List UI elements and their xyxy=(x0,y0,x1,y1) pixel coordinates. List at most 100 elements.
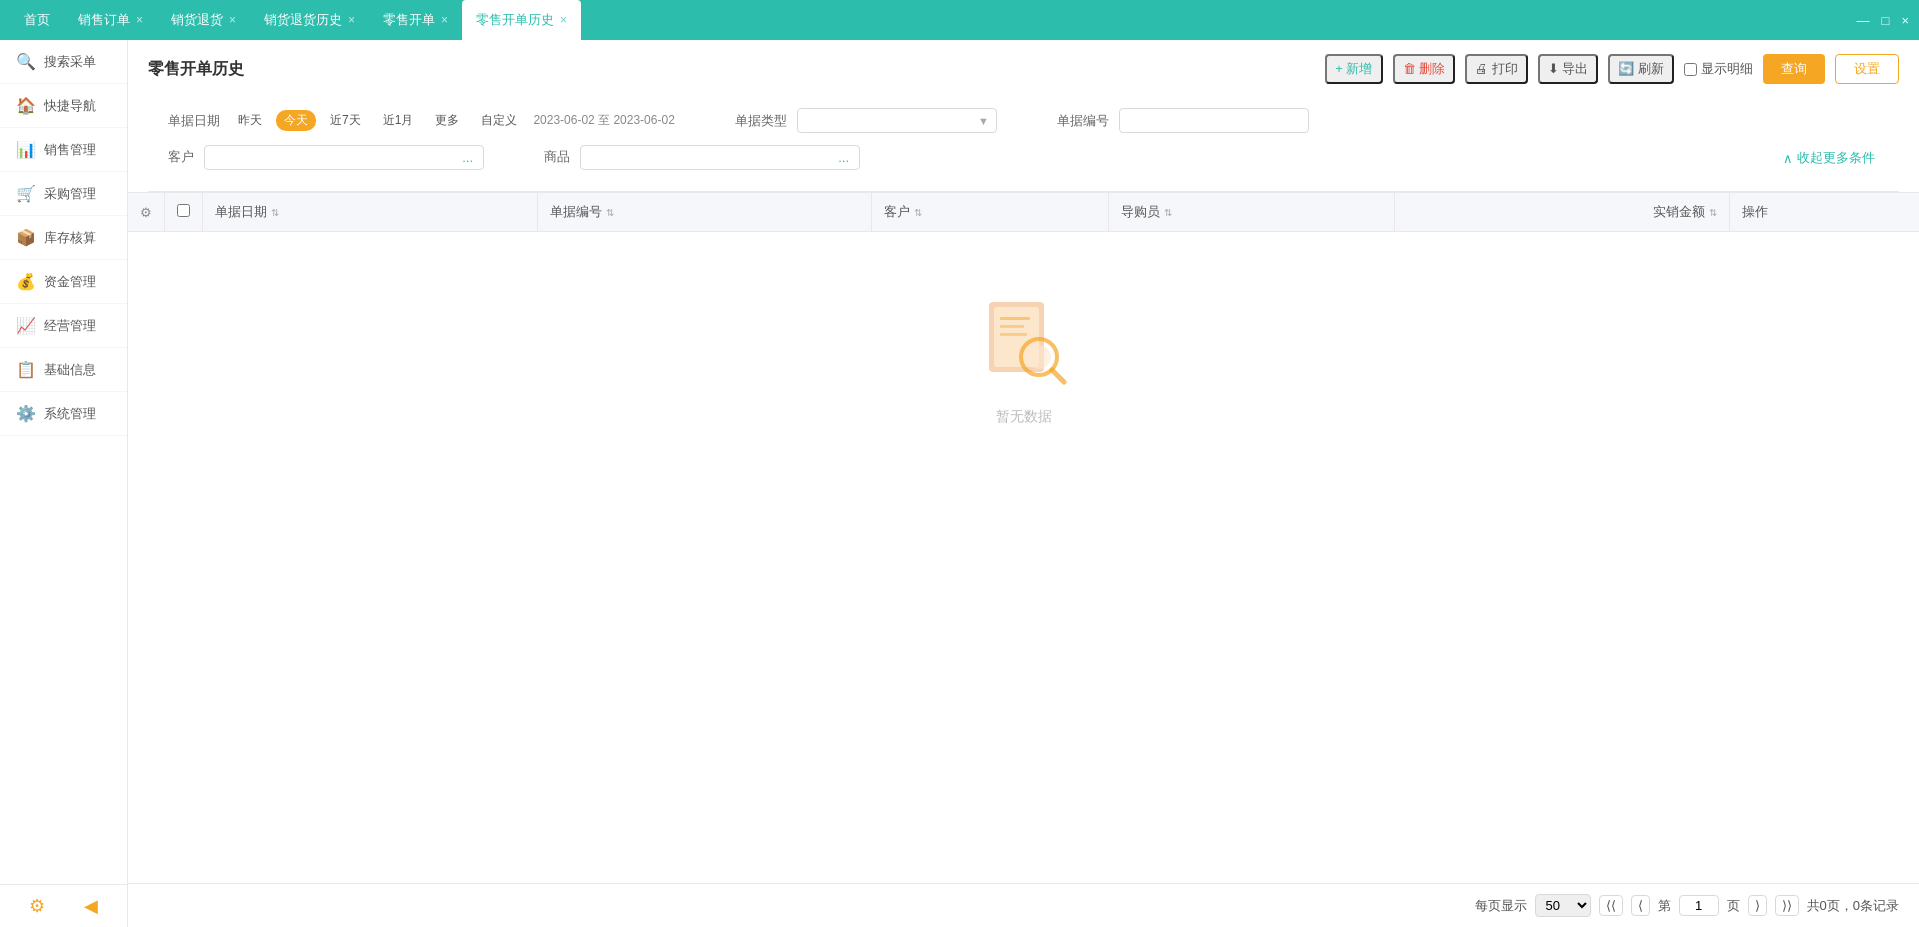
main-layout: 🔍 搜索采单 🏠 快捷导航 📊 销售管理 🛒 采购管理 📦 库存核算 💰 资金管… xyxy=(0,40,1919,927)
export-button[interactable]: ⬇ 导出 xyxy=(1538,54,1599,84)
minimize-btn[interactable]: — xyxy=(1857,13,1870,28)
th-number[interactable]: 单据编号 ⇅ xyxy=(537,193,872,232)
goods-input-box[interactable]: ... xyxy=(580,145,860,170)
chevron-up-icon: ∧ xyxy=(1783,151,1793,166)
table-container: ⚙ 单据日期 ⇅ xyxy=(128,193,1919,927)
sidebar-item-system[interactable]: ⚙️ 系统管理 xyxy=(0,392,127,436)
delete-button[interactable]: 🗑 删除 xyxy=(1393,54,1456,84)
date-opt-custom[interactable]: 自定义 xyxy=(473,110,525,131)
customer-ellipsis[interactable]: ... xyxy=(462,150,473,165)
number-input[interactable] xyxy=(1119,108,1309,133)
th-amount[interactable]: 实销金额 ⇅ xyxy=(1394,193,1729,232)
sales-icon: 📊 xyxy=(16,140,36,159)
tab-return-history[interactable]: 销货退货历史 × xyxy=(250,0,369,40)
collapse-icon[interactable]: ◀ xyxy=(84,895,98,917)
th-customer[interactable]: 客户 ⇅ xyxy=(872,193,1109,232)
sidebar-item-basics[interactable]: 📋 基础信息 xyxy=(0,348,127,392)
number-label: 单据编号 xyxy=(1057,112,1109,130)
pagination-bar: 每页显示 50 10 20 100 ⟨⟨ ⟨ 第 1 页 ⟩ ⟩⟩ 共0页，0条… xyxy=(128,883,1919,927)
first-page-btn[interactable]: ⟨⟨ xyxy=(1599,895,1623,916)
sidebar-item-purchase[interactable]: 🛒 采购管理 xyxy=(0,172,127,216)
sidebar: 🔍 搜索采单 🏠 快捷导航 📊 销售管理 🛒 采购管理 📦 库存核算 💰 资金管… xyxy=(0,40,128,927)
sidebar-item-nav[interactable]: 🏠 快捷导航 xyxy=(0,84,127,128)
operations-icon: 📈 xyxy=(16,316,36,335)
th-date[interactable]: 单据日期 ⇅ xyxy=(203,193,538,232)
tab-retail-open[interactable]: 零售开单 × xyxy=(369,0,462,40)
tab-close-sales-order[interactable]: × xyxy=(136,13,143,27)
sidebar-bottom: ⚙ ◀ xyxy=(0,884,127,927)
tab-close-return[interactable]: × xyxy=(229,13,236,27)
more-conditions-btn[interactable]: ∧ 收起更多条件 xyxy=(1779,145,1879,171)
date-filter-group: 单据日期 昨天 今天 近7天 近1月 更多 自定义 2023-06-02 至 2… xyxy=(168,110,675,131)
empty-illustration xyxy=(974,292,1074,392)
date-opt-7days[interactable]: 近7天 xyxy=(322,110,369,131)
settings-bottom-icon[interactable]: ⚙ xyxy=(29,895,45,917)
date-opt-today[interactable]: 今天 xyxy=(276,110,316,131)
column-settings-icon[interactable]: ⚙ xyxy=(140,205,152,220)
sidebar-item-operations[interactable]: 📈 经营管理 xyxy=(0,304,127,348)
toolbar-btns: + 新增 🗑 删除 🖨 打印 ⬇ 导出 🔄 刷新 显示明细 查询 设置 xyxy=(1325,54,1899,84)
empty-state: 暂无数据 xyxy=(128,232,1919,486)
tab-close-retail-history[interactable]: × xyxy=(560,13,567,27)
customer-filter-group: 客户 ... xyxy=(168,145,484,170)
date-opt-1month[interactable]: 近1月 xyxy=(375,110,422,131)
date-range-display: 2023-06-02 至 2023-06-02 xyxy=(533,112,674,129)
table-header: ⚙ 单据日期 ⇅ xyxy=(128,193,1919,232)
top-tabbar: 首页 销售订单 × 销货退货 × 销货退货历史 × 零售开单 × 零售开单历史 … xyxy=(0,0,1919,40)
display-toggle[interactable] xyxy=(1684,63,1697,76)
tab-retail-history[interactable]: 零售开单历史 × xyxy=(462,0,581,40)
customer-label: 客户 xyxy=(168,148,194,166)
tab-return[interactable]: 销货退货 × xyxy=(157,0,250,40)
customer-input-box[interactable]: ... xyxy=(204,145,484,170)
maximize-btn[interactable]: □ xyxy=(1882,13,1890,28)
svg-rect-4 xyxy=(1000,333,1027,336)
number-filter-group: 单据编号 xyxy=(1057,108,1309,133)
svg-rect-3 xyxy=(1000,325,1024,328)
inventory-icon: 📦 xyxy=(16,228,36,247)
prev-page-btn[interactable]: ⟨ xyxy=(1631,895,1650,916)
finance-icon: 💰 xyxy=(16,272,36,291)
guide-sort-icon: ⇅ xyxy=(1164,207,1172,218)
date-opt-more[interactable]: 更多 xyxy=(427,110,467,131)
tab-close-retail-open[interactable]: × xyxy=(441,13,448,27)
print-button[interactable]: 🖨 打印 xyxy=(1465,54,1528,84)
goods-label: 商品 xyxy=(544,148,570,166)
query-button[interactable]: 查询 xyxy=(1763,54,1825,84)
filter-area: 单据日期 昨天 今天 近7天 近1月 更多 自定义 2023-06-02 至 2… xyxy=(148,98,1899,192)
sidebar-item-search[interactable]: 🔍 搜索采单 xyxy=(0,40,127,84)
display-toggle-label: 显示明细 xyxy=(1684,60,1753,78)
tab-close-return-history[interactable]: × xyxy=(348,13,355,27)
tab-sales-order[interactable]: 销售订单 × xyxy=(64,0,157,40)
more-conditions-wrapper: ∧ 收起更多条件 xyxy=(1779,143,1879,171)
last-page-btn[interactable]: ⟩⟩ xyxy=(1775,895,1799,916)
th-checkbox xyxy=(165,193,203,232)
content-area: 零售开单历史 + 新增 🗑 删除 🖨 打印 ⬇ 导出 🔄 刷新 显示明细 查询 … xyxy=(128,40,1919,927)
goods-filter-group: 商品 ... xyxy=(544,145,860,170)
sidebar-item-sales[interactable]: 📊 销售管理 xyxy=(0,128,127,172)
page-label-pre: 第 xyxy=(1658,897,1671,915)
page-size-select[interactable]: 50 10 20 100 xyxy=(1535,894,1591,917)
filter-row-2: 客户 ... 商品 ... xyxy=(168,143,1879,171)
add-button[interactable]: + 新增 xyxy=(1325,54,1382,84)
page-title: 零售开单历史 xyxy=(148,59,244,80)
type-select[interactable] xyxy=(797,108,997,133)
sidebar-item-inventory[interactable]: 📦 库存核算 xyxy=(0,216,127,260)
settings-button[interactable]: 设置 xyxy=(1835,54,1899,84)
empty-text: 暂无数据 xyxy=(996,408,1052,426)
tab-home[interactable]: 首页 xyxy=(10,0,64,40)
total-text: 共0页，0条记录 xyxy=(1807,897,1899,915)
th-gear-cell: ⚙ xyxy=(128,193,165,232)
refresh-button[interactable]: 🔄 刷新 xyxy=(1608,54,1674,84)
filter-row-1: 单据日期 昨天 今天 近7天 近1月 更多 自定义 2023-06-02 至 2… xyxy=(168,108,1879,133)
date-label: 单据日期 xyxy=(168,112,220,130)
goods-ellipsis[interactable]: ... xyxy=(838,150,849,165)
select-all-checkbox[interactable] xyxy=(177,204,190,217)
sidebar-item-finance[interactable]: 💰 资金管理 xyxy=(0,260,127,304)
basics-icon: 📋 xyxy=(16,360,36,379)
th-guide[interactable]: 导购员 ⇅ xyxy=(1109,193,1395,232)
current-page-input[interactable]: 1 xyxy=(1679,895,1719,916)
close-btn[interactable]: × xyxy=(1901,13,1909,28)
next-page-btn[interactable]: ⟩ xyxy=(1748,895,1767,916)
type-filter-group: 单据类型 ▼ xyxy=(735,108,997,133)
date-opt-yesterday[interactable]: 昨天 xyxy=(230,110,270,131)
